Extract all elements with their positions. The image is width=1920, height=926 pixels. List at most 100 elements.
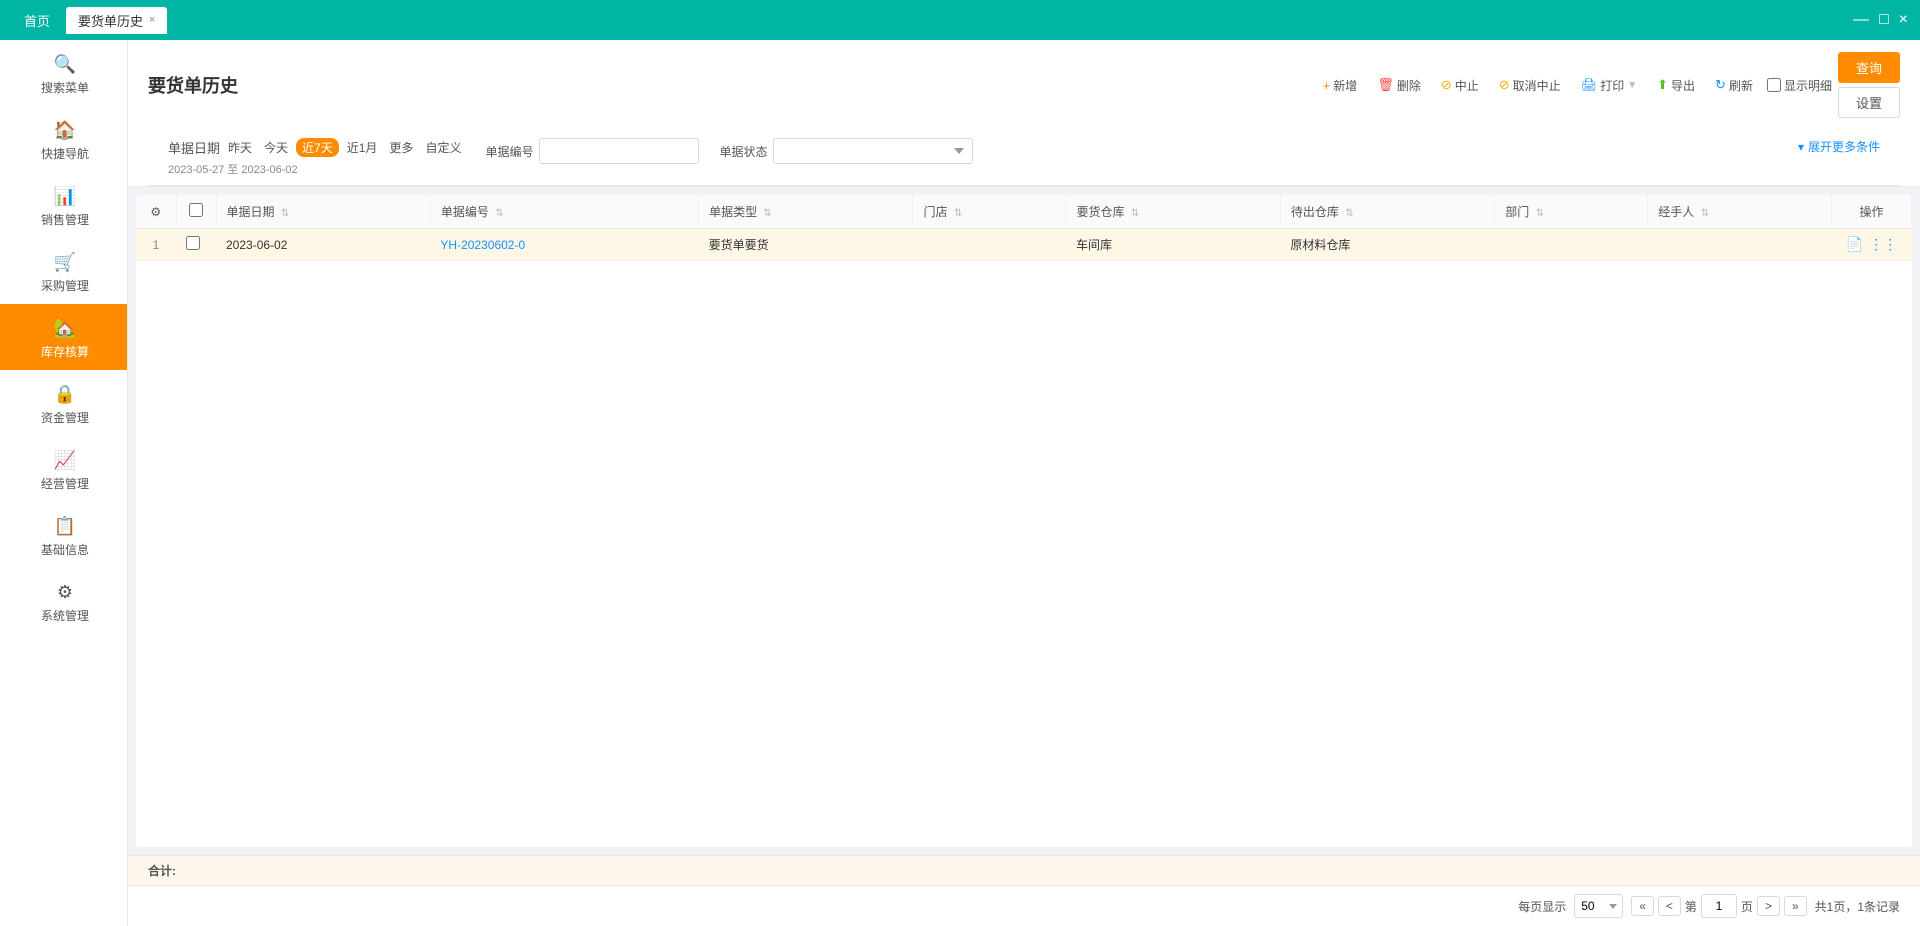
- stop-button[interactable]: ⊘ 中止: [1435, 73, 1485, 98]
- row-select-checkbox[interactable]: [186, 236, 200, 250]
- export-icon: ⬆: [1657, 77, 1668, 93]
- delete-button[interactable]: 🗑 删除: [1371, 73, 1427, 98]
- date-btn-1month[interactable]: 近1月: [343, 138, 382, 157]
- page-size-select[interactable]: 50 10 20 100: [1574, 894, 1623, 918]
- sort-req-warehouse-icon[interactable]: ⇅: [1131, 208, 1139, 219]
- date-btn-custom[interactable]: 自定义: [421, 138, 465, 157]
- sidebar-item-inventory[interactable]: 🏡 库存核算: [0, 304, 127, 370]
- th-doc-no: 单据编号 ⇅: [430, 195, 698, 229]
- sidebar-item-operation[interactable]: 📈 经营管理: [0, 436, 127, 502]
- sidebar-item-label-search: 搜索菜单: [41, 79, 89, 96]
- print-dropdown-icon[interactable]: ▼: [1627, 80, 1637, 91]
- th-req-warehouse-label: 要货仓库: [1076, 205, 1124, 219]
- tab-home[interactable]: 首页: [12, 7, 62, 34]
- operation-icon: 📈: [54, 450, 76, 471]
- sort-doc-no-icon[interactable]: ⇅: [495, 208, 503, 219]
- refresh-button[interactable]: ↻ 刷新: [1709, 73, 1759, 98]
- prev-button[interactable]: <: [1658, 896, 1681, 916]
- expand-more-icon: ▾: [1798, 140, 1804, 154]
- sidebar-item-label-sales: 销售管理: [41, 211, 89, 228]
- close-icon[interactable]: ×: [1899, 11, 1908, 29]
- row-doc-no: YH-20230602-0: [430, 229, 698, 261]
- cancel-stop-button[interactable]: ⊘ 取消中止: [1493, 73, 1567, 98]
- tab-close-icon[interactable]: ×: [149, 14, 155, 26]
- sidebar-item-finance[interactable]: 🔒 资金管理: [0, 370, 127, 436]
- display-detail-button[interactable]: 显示明细: [1767, 77, 1832, 94]
- date-btn-today[interactable]: 今天: [260, 138, 292, 157]
- row-action-more-icon[interactable]: ⋮⋮: [1869, 236, 1897, 253]
- filter-date-label: 单据日期: [168, 138, 220, 157]
- footer-total-label: 合计:: [148, 862, 176, 879]
- print-button[interactable]: 🖨 打印 ▼: [1575, 73, 1643, 98]
- sidebar-item-label-finance: 资金管理: [41, 409, 89, 426]
- page-header: 要货单历史 + 新增 🗑 删除 ⊘ 中止: [128, 40, 1920, 187]
- sidebar-item-sales[interactable]: 📊 销售管理: [0, 172, 127, 238]
- tab-active[interactable]: 要货单历史 ×: [66, 7, 167, 34]
- sidebar-item-label-system: 系统管理: [41, 607, 89, 624]
- select-all-checkbox[interactable]: [189, 203, 203, 217]
- sidebar-item-search[interactable]: 🔍 搜索菜单: [0, 40, 127, 106]
- sort-dept-icon[interactable]: ⇅: [1536, 208, 1544, 219]
- date-btn-7days[interactable]: 近7天: [296, 138, 339, 157]
- prev-group-button[interactable]: «: [1631, 896, 1654, 916]
- action-buttons: 查询 设置: [1838, 52, 1900, 118]
- row-dept: [1495, 229, 1648, 261]
- table-row: 1 2023-06-02 YH-20230602-0 要货单要货 车间库 原材料…: [136, 229, 1912, 261]
- expand-more-label: 展开更多条件: [1808, 138, 1880, 155]
- finance-icon: 🔒: [54, 384, 76, 405]
- expand-more-btn[interactable]: ▾ 展开更多条件: [1798, 138, 1880, 155]
- refresh-label: 刷新: [1729, 77, 1753, 94]
- sidebar-item-label-inventory: 库存核算: [41, 343, 89, 360]
- date-btn-yesterday[interactable]: 昨天: [224, 138, 256, 157]
- sort-handler-icon[interactable]: ⇅: [1701, 208, 1709, 219]
- doc-link[interactable]: YH-20230602-0: [440, 238, 525, 252]
- data-table: ⚙ 单据日期 ⇅ 单据编号 ⇅: [136, 195, 1912, 261]
- sales-icon: 📊: [54, 186, 76, 207]
- th-wait-warehouse: 待出仓库 ⇅: [1280, 195, 1494, 229]
- settings-icon[interactable]: ⚙: [150, 205, 161, 219]
- th-handler-label: 经手人: [1658, 205, 1694, 219]
- filter-docno-label: 单据编号: [485, 143, 533, 160]
- sort-store-icon[interactable]: ⇅: [954, 208, 962, 219]
- sidebar-item-quick-nav[interactable]: 🏠 快捷导航: [0, 106, 127, 172]
- th-store-label: 门店: [923, 205, 947, 219]
- print-icon: 🖨: [1581, 77, 1598, 93]
- row-action-view-icon[interactable]: 📄: [1846, 236, 1863, 253]
- display-detail-checkbox[interactable]: [1767, 78, 1781, 92]
- filter-status-select[interactable]: [773, 138, 973, 164]
- sidebar-item-label-purchase: 采购管理: [41, 277, 89, 294]
- sort-doc-type-icon[interactable]: ⇅: [763, 208, 771, 219]
- new-button[interactable]: + 新增: [1317, 73, 1364, 98]
- minimize-icon[interactable]: —: [1853, 11, 1869, 29]
- page-suffix: 页: [1741, 898, 1753, 915]
- sidebar-item-system[interactable]: ⚙ 系统管理: [0, 568, 127, 634]
- filter-docno-item: 单据编号: [485, 138, 699, 164]
- sort-doc-date-icon[interactable]: ⇅: [281, 208, 289, 219]
- sidebar-item-basic-info[interactable]: 📋 基础信息: [0, 502, 127, 568]
- th-store: 门店 ⇅: [913, 195, 1066, 229]
- export-button[interactable]: ⬆ 导出: [1651, 73, 1701, 98]
- total-info: 共1页，1条记录: [1815, 898, 1900, 915]
- sidebar: 🔍 搜索菜单 🏠 快捷导航 📊 销售管理 🛒 采购管理 🏡 库存核算 🔒 资金管…: [0, 40, 128, 926]
- sidebar-item-purchase[interactable]: 🛒 采购管理: [0, 238, 127, 304]
- filter-docno-input[interactable]: [539, 138, 699, 164]
- toolbar: + 新增 🗑 删除 ⊘ 中止 ⊘ 取消中止: [1317, 73, 1832, 98]
- th-settings: ⚙: [136, 195, 176, 229]
- display-detail-label: 显示明细: [1784, 77, 1832, 94]
- row-checkbox: [176, 229, 216, 261]
- date-btn-more[interactable]: 更多: [385, 138, 417, 157]
- table-container: ⚙ 单据日期 ⇅ 单据编号 ⇅: [136, 195, 1912, 847]
- table-body: 1 2023-06-02 YH-20230602-0 要货单要货 车间库 原材料…: [136, 229, 1912, 261]
- next-button[interactable]: >: [1757, 896, 1780, 916]
- new-label: 新增: [1333, 77, 1357, 94]
- query-button[interactable]: 查询: [1838, 52, 1900, 83]
- print-label: 打印: [1600, 77, 1624, 94]
- next-group-button[interactable]: »: [1784, 896, 1807, 916]
- maximize-icon[interactable]: □: [1879, 11, 1889, 29]
- stop-label: 中止: [1455, 77, 1479, 94]
- current-page-input[interactable]: [1701, 894, 1737, 918]
- row-actions: 📄 ⋮⋮: [1832, 229, 1912, 261]
- setting-button[interactable]: 设置: [1838, 87, 1900, 118]
- filter-date-range: 2023-05-27 至 2023-06-02: [168, 161, 298, 177]
- sort-wait-warehouse-icon[interactable]: ⇅: [1345, 208, 1353, 219]
